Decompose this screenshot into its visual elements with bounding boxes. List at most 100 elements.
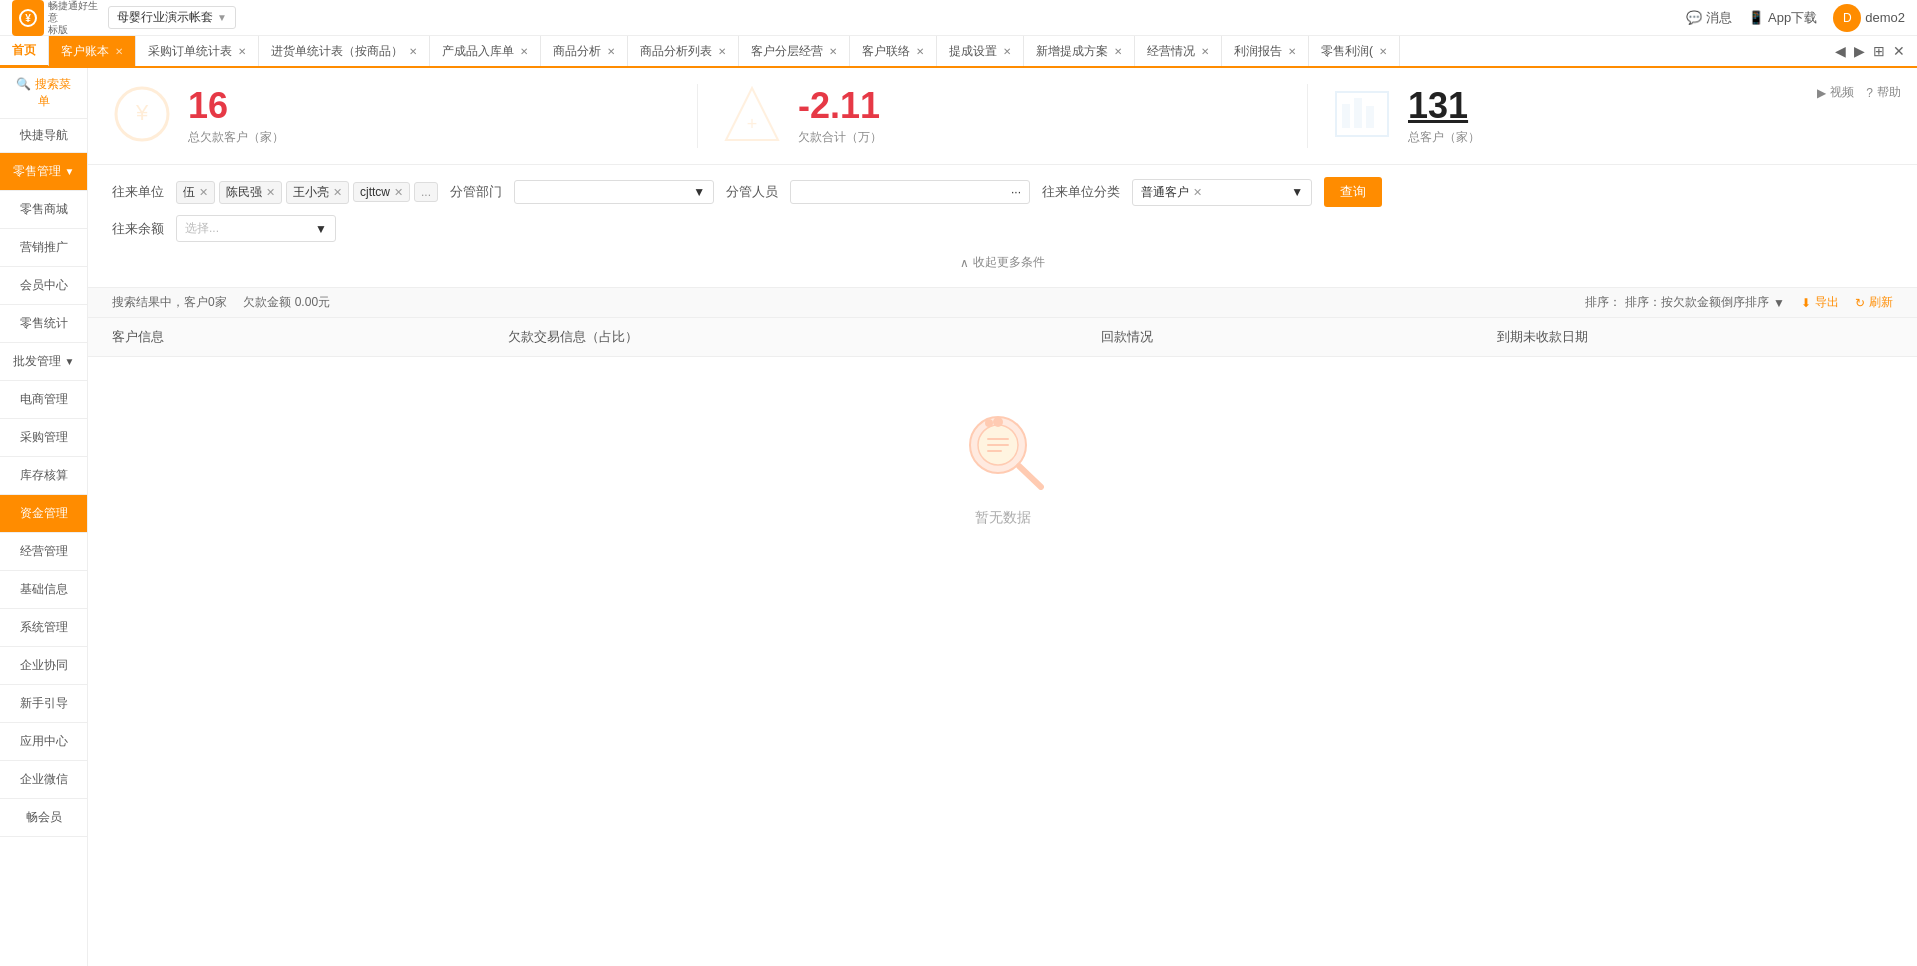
sidebar-quick-nav[interactable]: 快捷导航 [0, 119, 87, 153]
tab-promotion-settings[interactable]: 提成设置 ✕ [937, 36, 1024, 67]
app-download-button[interactable]: 📱 App下载 [1748, 9, 1817, 27]
close-tag-cjttcw[interactable]: ✕ [394, 186, 403, 199]
close-tag-wu[interactable]: ✕ [199, 186, 208, 199]
tab-purchase-order-stats[interactable]: 采购订单统计表 ✕ [136, 36, 259, 67]
balance-select[interactable]: 选择... ▼ [176, 215, 336, 242]
tab-product-analysis-list[interactable]: 商品分析列表 ✕ [628, 36, 739, 67]
sidebar-item-ecommerce[interactable]: 电商管理 [0, 381, 87, 419]
sidebar-item-app-center[interactable]: 应用中心 [0, 723, 87, 761]
branch-person-select[interactable]: ··· [790, 180, 1030, 204]
filter-tag-chen: 陈民强 ✕ [219, 181, 282, 204]
help-button[interactable]: ? 帮助 [1866, 84, 1901, 101]
unit-category-select[interactable]: 普通客户 ✕ ▼ [1132, 179, 1312, 206]
sidebar-item-enterprise-collab[interactable]: 企业协同 [0, 647, 87, 685]
sidebar-item-inventory[interactable]: 库存核算 [0, 457, 87, 495]
close-tab-product-analysis-list[interactable]: ✕ [718, 46, 726, 57]
tab-retail-profit[interactable]: 零售利润( ✕ [1309, 36, 1400, 67]
collapse-button[interactable]: ∧ 收起更多条件 [948, 250, 1057, 275]
sidebar-item-member-center[interactable]: 会员中心 [0, 267, 87, 305]
close-tab-customer-contact[interactable]: ✕ [916, 46, 924, 57]
branch-person-label: 分管人员 [726, 183, 778, 201]
video-help-button[interactable]: ▶ 视频 [1817, 84, 1854, 101]
sidebar-item-purchase-mgmt[interactable]: 采购管理 [0, 419, 87, 457]
close-tab-retail-profit[interactable]: ✕ [1379, 46, 1387, 57]
chevron-down-icon4: ▼ [1291, 185, 1303, 199]
refresh-button[interactable]: ↻ 刷新 [1855, 294, 1893, 311]
export-icon: ⬇ [1801, 296, 1811, 310]
chevron-down-icon: ▼ [217, 12, 227, 23]
tab-profit-report[interactable]: 利润报告 ✕ [1222, 36, 1309, 67]
chevron-down-icon3: ▼ [693, 185, 705, 199]
branch-dept-select[interactable]: ▼ [514, 180, 714, 204]
nav-left-arrow[interactable]: ◀ [1831, 43, 1850, 59]
tab-product-analysis[interactable]: 商品分析 ✕ [541, 36, 628, 67]
sidebar: 🔍 搜索菜单 快捷导航 零售管理 ▼ 零售商城 营销推广 会员中心 零售统计 批… [0, 68, 88, 966]
table-col-debt-info: 欠款交易信息（占比） [508, 328, 1102, 346]
close-tab-promotion-settings[interactable]: ✕ [1003, 46, 1011, 57]
user-menu[interactable]: D demo2 [1833, 4, 1905, 32]
tab-customer-account[interactable]: 客户账本 ✕ [49, 36, 136, 67]
message-button[interactable]: 💬 消息 [1686, 9, 1732, 27]
branch-dept-label: 分管部门 [450, 183, 502, 201]
close-tab-product-analysis[interactable]: ✕ [607, 46, 615, 57]
close-tab-profit-report[interactable]: ✕ [1288, 46, 1296, 57]
close-tab-operation-status[interactable]: ✕ [1201, 46, 1209, 57]
sidebar-item-retail-mall[interactable]: 零售商城 [0, 191, 87, 229]
stats-bar: ¥ 16 总欠款客户（家） + -2.11 欠款合计（万） [88, 68, 1917, 165]
close-tab-inbound[interactable]: ✕ [409, 46, 417, 57]
content-area: ¥ 16 总欠款客户（家） + -2.11 欠款合计（万） [88, 68, 1917, 966]
nav-expand-icon[interactable]: ⊞ [1869, 43, 1889, 59]
app-icon: 📱 [1748, 10, 1764, 25]
tab-inbound-stats[interactable]: 进货单统计表（按商品） ✕ [259, 36, 430, 67]
balance-label: 往来余额 [112, 220, 164, 238]
close-tag-normal-customer[interactable]: ✕ [1193, 186, 1202, 199]
tab-customer-tier[interactable]: 客户分层经营 ✕ [739, 36, 850, 67]
stat-value-block-2: -2.11 欠款合计（万） [798, 86, 882, 147]
svg-rect-7 [1342, 104, 1350, 128]
close-tab-add-promotion[interactable]: ✕ [1114, 46, 1122, 57]
tab-home[interactable]: 首页 [0, 36, 49, 67]
filter-tag-cjttcw: cjttcw ✕ [353, 182, 410, 202]
tab-product-inbound[interactable]: 产成品入库单 ✕ [430, 36, 541, 67]
export-button[interactable]: ⬇ 导出 [1801, 294, 1839, 311]
sort-selector[interactable]: 排序： 排序：按欠款金额倒序排序 ▼ [1585, 294, 1785, 311]
table-header: 客户信息 欠款交易信息（占比） 回款情况 到期未收款日期 [88, 318, 1917, 357]
table-col-due-date: 到期未收款日期 [1497, 328, 1893, 346]
sidebar-item-operation-mgmt[interactable]: 经营管理 [0, 533, 87, 571]
close-tab-product-inbound[interactable]: ✕ [520, 46, 528, 57]
sidebar-item-marketing[interactable]: 营销推广 [0, 229, 87, 267]
stat3-label: 总客户（家） [1408, 129, 1480, 146]
tab-add-promotion[interactable]: 新增提成方案 ✕ [1024, 36, 1135, 67]
close-tag-chen[interactable]: ✕ [266, 186, 275, 199]
sidebar-item-newcomer-guide[interactable]: 新手引导 [0, 685, 87, 723]
play-icon: ▶ [1817, 86, 1826, 100]
close-tab-customer-tier[interactable]: ✕ [829, 46, 837, 57]
sidebar-item-finance[interactable]: 资金管理 [0, 495, 87, 533]
table-area: 客户信息 欠款交易信息（占比） 回款情况 到期未收款日期 [88, 318, 1917, 966]
sidebar-search[interactable]: 🔍 搜索菜单 [0, 68, 87, 119]
refresh-icon: ↻ [1855, 296, 1865, 310]
help-icon: ? [1866, 86, 1873, 100]
search-icon: 🔍 [16, 77, 31, 91]
nav-close-all-icon[interactable]: ✕ [1889, 43, 1909, 59]
svg-rect-9 [1366, 106, 1374, 128]
sidebar-item-retail-mgmt[interactable]: 零售管理 ▼ [0, 153, 87, 191]
tab-operation-status[interactable]: 经营情况 ✕ [1135, 36, 1222, 67]
search-button[interactable]: 查询 [1324, 177, 1382, 207]
workspace-selector[interactable]: 母婴行业演示帐套 ▼ [108, 6, 236, 29]
sidebar-item-retail-stats[interactable]: 零售统计 [0, 305, 87, 343]
chevron-down-icon: ▼ [65, 166, 75, 177]
more-tags-button[interactable]: ... [414, 182, 438, 202]
close-tab-purchase-order[interactable]: ✕ [238, 46, 246, 57]
result-bar: 搜索结果中，客户0家 欠款金额 0.00元 排序： 排序：按欠款金额倒序排序 ▼… [88, 288, 1917, 318]
close-tag-wang[interactable]: ✕ [333, 186, 342, 199]
sidebar-item-basic-info[interactable]: 基础信息 [0, 571, 87, 609]
sidebar-item-enterprise-wechat[interactable]: 企业微信 [0, 761, 87, 799]
sidebar-item-vip-member[interactable]: 畅会员 [0, 799, 87, 837]
sidebar-item-system-mgmt[interactable]: 系统管理 [0, 609, 87, 647]
nav-right-arrow[interactable]: ▶ [1850, 43, 1869, 59]
logo-icon: ¥ [12, 0, 44, 36]
sidebar-item-wholesale-mgmt[interactable]: 批发管理 ▼ [0, 343, 87, 381]
close-tab-customer-account[interactable]: ✕ [115, 46, 123, 57]
tab-customer-contact[interactable]: 客户联络 ✕ [850, 36, 937, 67]
